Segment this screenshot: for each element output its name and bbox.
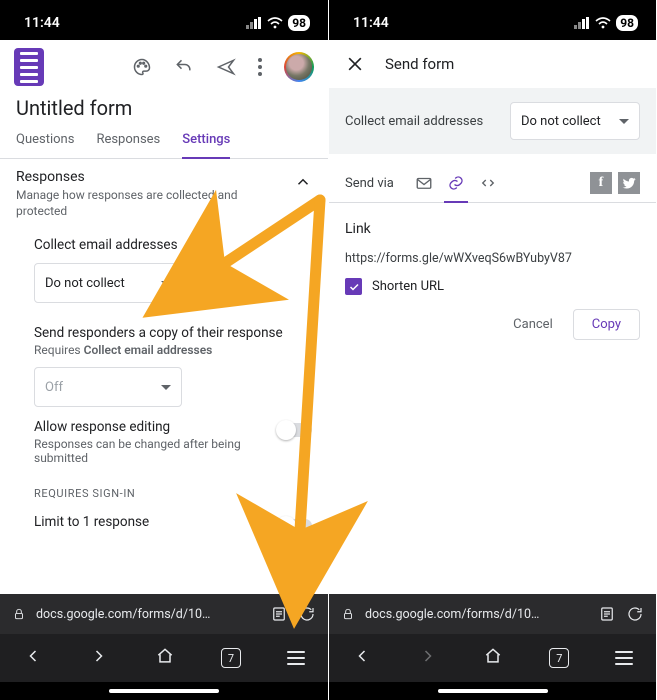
sendvia-label: Send via xyxy=(345,176,394,191)
reader-icon[interactable] xyxy=(270,605,288,623)
cancel-button[interactable]: Cancel xyxy=(501,309,565,340)
sendcopy-requires: Requires Collect email addresses xyxy=(34,343,312,357)
chevron-down-icon xyxy=(619,119,629,124)
forms-header xyxy=(0,40,328,92)
signal-icon xyxy=(574,17,590,29)
collect-email-select[interactable]: Do not collect xyxy=(510,102,640,140)
twitter-icon[interactable] xyxy=(618,172,640,194)
palette-icon[interactable] xyxy=(132,57,152,77)
more-menu-icon[interactable] xyxy=(258,58,262,76)
nav-forward xyxy=(418,646,438,670)
sendvia-link-tab[interactable] xyxy=(440,168,472,198)
battery-level: 98 xyxy=(616,15,638,31)
nav-tabs[interactable]: 7 xyxy=(549,648,569,668)
status-bar: 11:44 98 xyxy=(0,0,328,40)
link-value[interactable]: https://forms.gle/wWXveqS6wBYubyV87 xyxy=(345,251,640,266)
section-subtitle-responses: Manage how responses are collected and p… xyxy=(16,187,276,219)
nav-menu[interactable] xyxy=(615,651,633,665)
sendcopy-select[interactable]: Off xyxy=(34,367,182,407)
browser-navbar: 7 xyxy=(329,634,656,682)
collect-email-value: Do not collect xyxy=(45,276,125,291)
screen-settings: 11:44 98 Untitled form Questions Respons… xyxy=(0,0,328,700)
send-icon[interactable] xyxy=(216,57,236,77)
collect-email-label: Collect email addresses xyxy=(34,237,312,253)
allowedit-sub: Responses can be changed after being sub… xyxy=(34,437,254,465)
close-icon[interactable] xyxy=(345,54,365,74)
signal-icon xyxy=(246,17,262,29)
section-title-responses: Responses xyxy=(16,169,276,185)
browser-url-bar[interactable]: docs.google.com/forms/d/10… xyxy=(0,594,328,634)
browser-navbar: 7 xyxy=(0,634,328,682)
limit-response-label: Limit to 1 response xyxy=(34,514,149,530)
sendcopy-label: Send responders a copy of their response xyxy=(34,325,312,341)
nav-back[interactable] xyxy=(23,646,43,670)
shorten-url-label: Shorten URL xyxy=(372,279,444,294)
copy-button[interactable]: Copy xyxy=(573,309,640,340)
collect-email-select[interactable]: Do not collect xyxy=(34,263,182,303)
nav-back[interactable] xyxy=(352,646,372,670)
allowedit-label: Allow response editing xyxy=(34,419,254,435)
link-heading: Link xyxy=(345,221,640,237)
url-text: docs.google.com/forms/d/10… xyxy=(36,607,260,622)
reload-icon[interactable] xyxy=(298,605,316,623)
nav-home[interactable] xyxy=(155,646,175,670)
tab-settings[interactable]: Settings xyxy=(182,132,230,159)
battery-level: 98 xyxy=(288,15,310,31)
home-indicator xyxy=(329,682,656,700)
nav-forward[interactable] xyxy=(89,646,109,670)
wifi-icon xyxy=(595,17,611,29)
chevron-down-icon xyxy=(161,281,171,286)
forms-logo-icon xyxy=(14,48,44,86)
collect-email-value: Do not collect xyxy=(521,114,601,129)
account-avatar[interactable] xyxy=(284,52,314,82)
screen-send: 11:44 98 Send form Collect email address… xyxy=(328,0,656,700)
tab-questions[interactable]: Questions xyxy=(16,132,74,158)
tab-responses[interactable]: Responses xyxy=(96,132,160,158)
chevron-up-icon[interactable] xyxy=(294,173,312,191)
browser-url-bar[interactable]: docs.google.com/forms/d/10… xyxy=(329,594,656,634)
nav-menu[interactable] xyxy=(287,651,305,665)
send-form-title: Send form xyxy=(385,55,454,73)
requires-signin-heading: REQUIRES SIGN-IN xyxy=(0,465,328,500)
url-text: docs.google.com/forms/d/10… xyxy=(365,607,588,622)
allowedit-toggle[interactable] xyxy=(278,423,312,437)
status-time: 11:44 xyxy=(24,15,60,31)
undo-icon[interactable] xyxy=(174,57,194,77)
reload-icon[interactable] xyxy=(626,605,644,623)
shorten-url-checkbox[interactable] xyxy=(345,278,362,295)
limit-response-toggle[interactable] xyxy=(278,519,312,533)
editor-tabs: Questions Responses Settings xyxy=(0,122,328,159)
collect-email-label: Collect email addresses xyxy=(345,114,483,129)
lock-icon xyxy=(341,607,355,621)
sendcopy-value: Off xyxy=(45,380,63,395)
nav-home[interactable] xyxy=(483,646,503,670)
facebook-icon[interactable]: f xyxy=(590,172,612,194)
nav-tabs[interactable]: 7 xyxy=(221,648,241,668)
reader-icon[interactable] xyxy=(598,605,616,623)
wifi-icon xyxy=(267,17,283,29)
sendvia-embed-tab[interactable] xyxy=(472,168,504,198)
sendvia-email-tab[interactable] xyxy=(408,168,440,198)
status-bar: 11:44 98 xyxy=(329,0,656,40)
lock-icon xyxy=(12,607,26,621)
home-indicator xyxy=(0,682,328,700)
chevron-down-icon xyxy=(161,385,171,390)
status-time: 11:44 xyxy=(353,15,389,31)
form-title[interactable]: Untitled form xyxy=(0,92,328,122)
